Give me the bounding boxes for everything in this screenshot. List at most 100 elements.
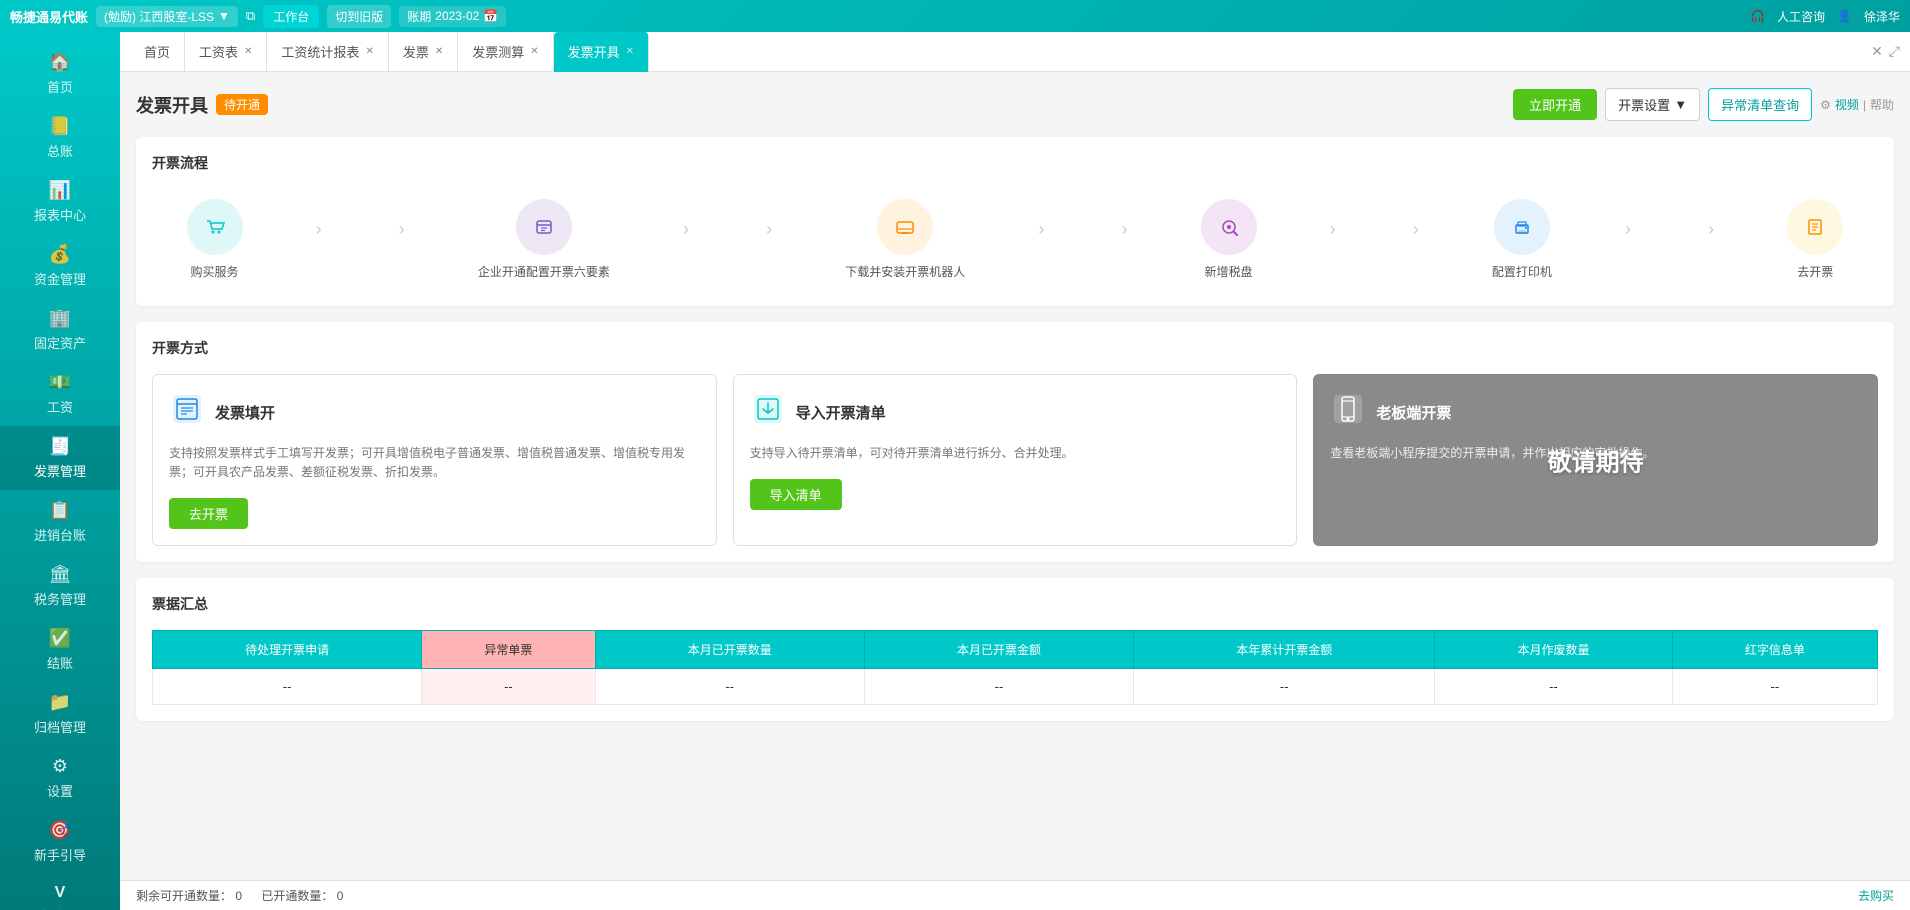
method-title-manual: 发票填开 (215, 402, 275, 423)
workspace-button[interactable]: 工作台 (263, 5, 319, 28)
abnormal-query-button[interactable]: 异常清单查询 (1708, 88, 1812, 121)
sidebar-label-home: 首页 (47, 77, 73, 96)
arrow-4: › (1330, 219, 1336, 260)
printer-icon (1494, 199, 1550, 255)
settle-icon: ✅ (49, 628, 71, 649)
main-layout: 🏠 首页 📒 总账 📊 报表中心 💰 资金管理 🏢 固定资产 💵 工资 🧾 发票… (0, 32, 1910, 910)
sidebar-item-ledger[interactable]: 📒 总账 (0, 106, 120, 170)
video-help-label[interactable]: 视频 (1835, 96, 1859, 113)
tab-invoice-calc[interactable]: 发票测算 ✕ (458, 32, 553, 72)
arrow-3: › (1038, 219, 1044, 260)
company-selector[interactable]: (勉励) 江西股室-LSS ▼ (96, 6, 238, 27)
tab-home[interactable]: 首页 (130, 32, 185, 72)
remaining-label: 剩余可开通数量： (136, 889, 232, 903)
settings-button[interactable]: 开票设置 ▼ (1605, 88, 1700, 121)
sidebar-item-member[interactable]: V 畅会员 (0, 874, 120, 910)
method-title-import: 导入开票清单 (796, 402, 886, 423)
sidebar-item-purchase[interactable]: 📋 进销台账 (0, 490, 120, 554)
sidebar-label-report: 报表中心 (34, 205, 86, 224)
user-name[interactable]: 徐泽华 (1864, 8, 1900, 25)
tab-payroll-report-close[interactable]: ✕ (365, 46, 373, 57)
help-label[interactable]: 帮助 (1870, 96, 1894, 113)
page-title-area: 发票开具 待开通 (136, 92, 268, 118)
sidebar-item-salary[interactable]: 💵 工资 (0, 362, 120, 426)
buy-link[interactable]: 去购买 (1858, 887, 1894, 904)
import-list-button[interactable]: 导入清单 (750, 479, 842, 510)
boss-icon (1330, 391, 1366, 434)
config-label: 企业开通配置开票六要素 (478, 263, 610, 280)
tab-invoice-close[interactable]: ✕ (435, 46, 443, 57)
tax-icon: 🏛 (49, 564, 72, 585)
arrow-1b: › (399, 219, 405, 260)
arrow-1: › (316, 219, 322, 260)
cell-abnormal: -- (422, 669, 595, 705)
top-bar-left: 畅捷通易代账 (勉励) 江西股室-LSS ▼ ⧉ 工作台 切到旧版 账期 202… (10, 5, 506, 28)
sidebar-label-guide: 新手引导 (34, 845, 86, 864)
methods-title: 开票方式 (152, 338, 1878, 358)
period-selector[interactable]: 账期 2023-02 📅 (399, 6, 506, 27)
cell-void-count: -- (1435, 669, 1672, 705)
status-badge: 待开通 (216, 94, 268, 115)
download-label: 下载并安装开票机器人 (845, 263, 965, 280)
method-title-boss: 老板端开票 (1376, 402, 1451, 423)
sidebar-item-settle[interactable]: ✅ 结账 (0, 618, 120, 682)
sidebar-label-salary: 工资 (47, 397, 73, 416)
coming-soon-label: 敬请期待 (1548, 443, 1644, 478)
tab-payroll-close[interactable]: ✕ (244, 46, 252, 57)
sidebar-item-settings[interactable]: ⚙ 设置 (0, 746, 120, 810)
tab-invoice-calc-close[interactable]: ✕ (530, 46, 538, 57)
tab-payroll[interactable]: 工资表 ✕ (185, 32, 267, 72)
tab-payroll-label: 工资表 (199, 42, 238, 61)
sidebar-item-invoice[interactable]: 🧾 发票管理 (0, 426, 120, 490)
flow-steps: 购买服务 › › (152, 189, 1878, 290)
flow-step-config[interactable]: 企业开通配置开票六要素 (478, 199, 610, 280)
tab-close-all[interactable]: ✕ (1871, 43, 1883, 60)
sidebar-item-archive[interactable]: 📁 归档管理 (0, 682, 120, 746)
sidebar-item-guide[interactable]: 🎯 新手引导 (0, 810, 120, 874)
tab-payroll-report[interactable]: 工资统计报表 ✕ (267, 32, 388, 72)
cell-red-info: -- (1672, 669, 1877, 705)
member-icon: V (55, 884, 66, 902)
bottom-stats: 剩余可开通数量： 0 已开通数量： 0 (136, 887, 343, 904)
flow-step-taxbox[interactable]: 新增税盘 (1201, 199, 1257, 280)
sidebar-item-home[interactable]: 🏠 首页 (0, 42, 120, 106)
flow-step-buy[interactable]: 购买服务 (187, 199, 243, 280)
sidebar-item-assets[interactable]: 🏢 固定资产 (0, 298, 120, 362)
top-bar-right: 🎧 人工咨询 👤 徐泽华 (1750, 8, 1900, 25)
tab-invoice[interactable]: 发票 ✕ (389, 32, 458, 72)
period-value: 2023-02 (435, 9, 479, 23)
arrow-2b: › (766, 219, 772, 260)
opened-label: 已开通数量： (261, 889, 333, 903)
import-icon (750, 391, 786, 434)
tab-restore[interactable]: ⤢ (1889, 43, 1900, 60)
method-header-import: 导入开票清单 (750, 391, 1281, 434)
go-issue-button[interactable]: 去开票 (169, 498, 248, 529)
immediate-open-button[interactable]: 立即开通 (1513, 89, 1597, 120)
tab-bar: 首页 工资表 ✕ 工资统计报表 ✕ 发票 ✕ 发票测算 ✕ 发票开具 ✕ (120, 32, 1910, 72)
copy-icon[interactable]: ⧉ (246, 8, 255, 24)
invoice-icon: 🧾 (49, 436, 71, 457)
sidebar-label-archive: 归档管理 (34, 717, 86, 736)
tab-invoice-issue-label: 发票开具 (568, 42, 620, 61)
cell-pending: -- (153, 669, 422, 705)
flow-step-issue[interactable]: 去开票 (1787, 199, 1843, 280)
arrow-2: › (683, 219, 689, 260)
archive-icon: 📁 (49, 692, 71, 713)
sidebar-item-fund[interactable]: 💰 资金管理 (0, 234, 120, 298)
tab-actions: ✕ ⤢ (1871, 43, 1900, 60)
col-month-count: 本月已开票数量 (595, 631, 864, 669)
sidebar-item-tax[interactable]: 🏛 税务管理 (0, 554, 120, 618)
sidebar-item-report[interactable]: 📊 报表中心 (0, 170, 120, 234)
tab-invoice-issue-close[interactable]: ✕ (626, 46, 634, 57)
sidebar-label-member: 畅会员 (40, 906, 79, 910)
method-header-manual: 发票填开 (169, 391, 700, 434)
methods-section: 开票方式 (136, 322, 1894, 562)
switch-old-button[interactable]: 切到旧版 (327, 5, 391, 28)
settings-btn-label: 开票设置 (1618, 95, 1670, 114)
flow-step-printer[interactable]: 配置打印机 (1492, 199, 1552, 280)
consult-label[interactable]: 人工咨询 (1777, 8, 1825, 25)
assets-icon: 🏢 (49, 308, 71, 329)
tab-invoice-issue[interactable]: 发票开具 ✕ (554, 32, 649, 72)
flow-step-download[interactable]: 下载并安装开票机器人 (845, 199, 965, 280)
calendar-icon: 📅 (483, 9, 498, 23)
